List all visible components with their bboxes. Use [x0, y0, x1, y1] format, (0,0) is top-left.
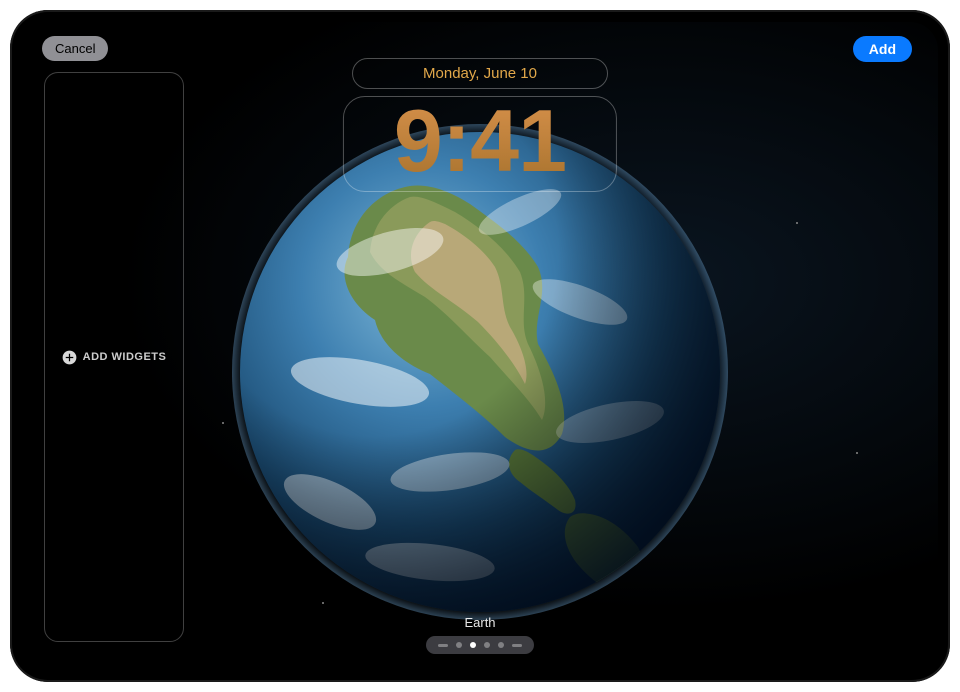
add-widgets-label: ADD WIDGETS: [83, 351, 167, 363]
add-widgets-button[interactable]: ADD WIDGETS: [62, 350, 167, 365]
widget-sidebar-zone[interactable]: ADD WIDGETS: [44, 72, 184, 642]
page-dot: [456, 642, 462, 648]
ipad-frame: Cancel Add ADD WIDGETS Monday, June 10 9…: [10, 10, 950, 682]
page-dot: [438, 644, 448, 647]
page-dot: [484, 642, 490, 648]
plus-circle-icon: [62, 350, 77, 365]
cancel-button[interactable]: Cancel: [42, 36, 108, 61]
lock-screen-editor: Cancel Add ADD WIDGETS Monday, June 10 9…: [22, 22, 938, 670]
earth-wallpaper: [230, 122, 730, 622]
add-button[interactable]: Add: [853, 36, 912, 62]
page-dot: [512, 644, 522, 647]
page-dot: [498, 642, 504, 648]
wallpaper-name-label: Earth: [464, 615, 495, 630]
date-widget[interactable]: Monday, June 10: [352, 58, 608, 89]
time-widget[interactable]: 9:41: [343, 96, 617, 192]
time-display: 9:41: [394, 97, 566, 185]
page-dot-active: [470, 642, 476, 648]
page-indicator[interactable]: [426, 636, 534, 654]
